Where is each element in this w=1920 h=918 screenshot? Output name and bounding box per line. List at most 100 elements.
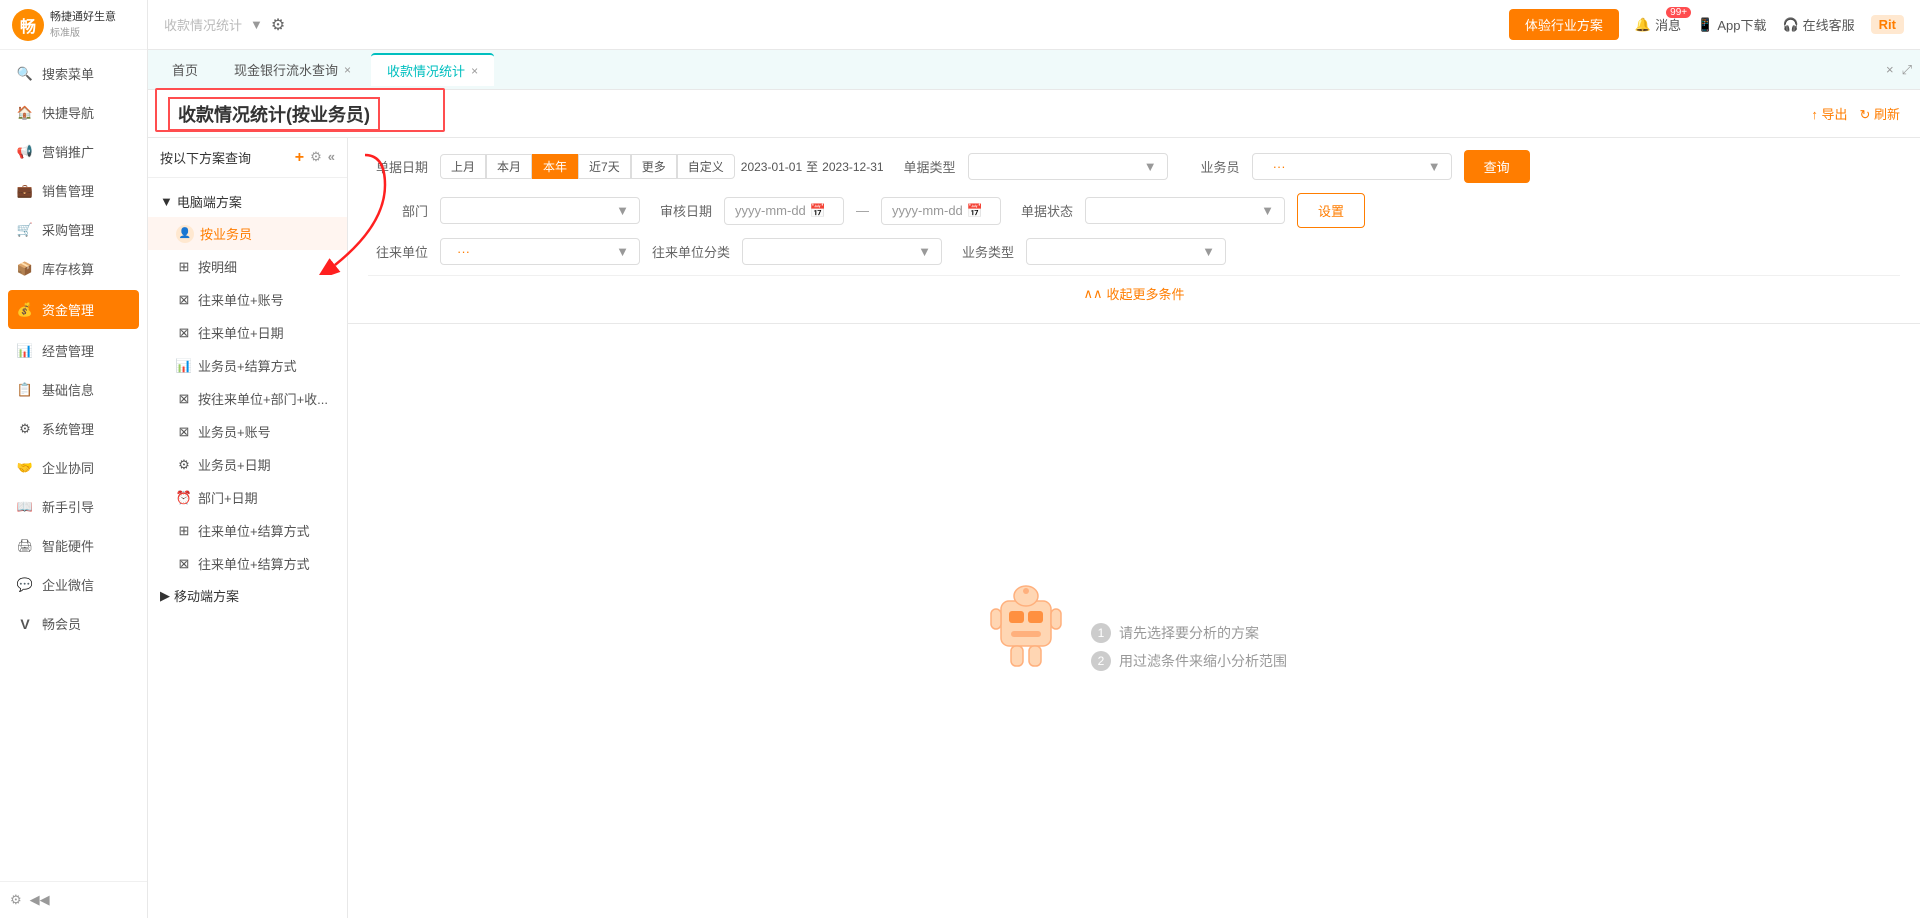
plan-label: 业务员+日期 bbox=[198, 455, 271, 474]
dept-select[interactable]: ▼ bbox=[440, 197, 640, 224]
partner-more[interactable]: ··· bbox=[457, 244, 470, 259]
plan-partner-account[interactable]: ⊠ 往来单位+账号 bbox=[148, 283, 347, 316]
plan-label: 按明细 bbox=[198, 257, 237, 276]
tab-bank-close[interactable]: × bbox=[344, 63, 351, 77]
date-tab-this-year[interactable]: 本年 bbox=[532, 154, 578, 179]
mobile-group-label[interactable]: ▶ 移动端方案 bbox=[148, 580, 347, 611]
settings-icon[interactable]: ⚙ bbox=[271, 15, 285, 35]
tip-text-1: 请先选择要分析的方案 bbox=[1119, 623, 1259, 643]
right-panel: 单据日期 上月 本月 本年 近7天 更多 自定义 2023-01-01 至 bbox=[348, 138, 1920, 918]
salesperson-settlement-icon: 📊 bbox=[176, 358, 192, 374]
sidebar-item-inventory[interactable]: 📦 库存核算 bbox=[0, 249, 147, 288]
dept-date-icon: ⏰ bbox=[176, 490, 192, 506]
plan-label: 业务员+结算方式 bbox=[198, 356, 297, 375]
mobile-group-text: 移动端方案 bbox=[174, 586, 239, 605]
plan-label: 往来单位+账号 bbox=[198, 290, 284, 309]
tab-receipt[interactable]: 收款情况统计 × bbox=[371, 53, 494, 86]
sidebar-item-label: 经营管理 bbox=[42, 341, 94, 360]
doc-type-select[interactable]: ▼ bbox=[968, 153, 1168, 180]
marketing-icon: 📢 bbox=[16, 143, 34, 161]
dept-label: 部门 bbox=[368, 201, 428, 220]
date-label: 单据日期 bbox=[368, 157, 428, 176]
refresh-icon: ↻ bbox=[1859, 107, 1870, 122]
plan-by-salesperson[interactable]: 👤 按业务员 bbox=[148, 217, 347, 250]
audit-end-input[interactable]: yyyy-mm-dd 📅 bbox=[881, 197, 1001, 225]
app-download[interactable]: 📱 App下载 bbox=[1697, 15, 1766, 34]
sidebar-item-system[interactable]: ⚙ 系统管理 bbox=[0, 409, 147, 448]
sidebar-item-purchase[interactable]: 🛒 采购管理 bbox=[0, 210, 147, 249]
date-tab-last-month[interactable]: 上月 bbox=[440, 154, 486, 179]
plan-partner-settlement1[interactable]: ⊞ 往来单位+结算方式 bbox=[148, 514, 347, 547]
sidebar-item-marketing[interactable]: 📢 营销推广 bbox=[0, 132, 147, 171]
audit-end-placeholder: yyyy-mm-dd bbox=[892, 203, 963, 218]
plan-salesperson-date[interactable]: ⚙ 业务员+日期 bbox=[148, 448, 347, 481]
plan-salesperson-account[interactable]: ⊠ 业务员+账号 bbox=[148, 415, 347, 448]
date-tab-more[interactable]: 更多 bbox=[631, 154, 677, 179]
notification-area[interactable]: 🔔 消息 99+ bbox=[1635, 15, 1681, 34]
sidebar-item-capital[interactable]: 💰 资金管理 bbox=[8, 290, 139, 329]
sales-icon: 💼 bbox=[16, 182, 34, 200]
sidebar-item-enterprise[interactable]: 🤝 企业协同 bbox=[0, 448, 147, 487]
sidebar-item-wechat[interactable]: 💬 企业微信 bbox=[0, 565, 147, 604]
plan-salesperson-settlement[interactable]: 📊 业务员+结算方式 bbox=[148, 349, 347, 382]
sidebar-item-basic[interactable]: 📋 基础信息 bbox=[0, 370, 147, 409]
user-avatar[interactable]: Rit bbox=[1871, 15, 1904, 34]
sidebar-item-search[interactable]: 🔍 搜索菜单 bbox=[0, 54, 147, 93]
content-area: 按以下方案查询 + ⚙ « ▼ 电脑端方案 👤 按业务员 bbox=[148, 138, 1920, 918]
plan-dept-date[interactable]: ⏰ 部门+日期 bbox=[148, 481, 347, 514]
sidebar-item-operation[interactable]: 📊 经营管理 bbox=[0, 331, 147, 370]
sidebar-item-shortcut[interactable]: 🏠 快捷导航 bbox=[0, 93, 147, 132]
panel-header-icons: + ⚙ « bbox=[295, 149, 335, 167]
doc-status-label: 单据状态 bbox=[1013, 201, 1073, 220]
partner-category-select[interactable]: ▼ bbox=[742, 238, 942, 265]
desktop-group-label[interactable]: ▼ 电脑端方案 bbox=[148, 186, 347, 217]
plan-label: 按往来单位+部门+收... bbox=[198, 389, 328, 408]
plan-label: 部门+日期 bbox=[198, 488, 258, 507]
settings-button[interactable]: 设置 bbox=[1297, 193, 1365, 228]
collapse-filter-btn[interactable]: ∧∧ 收起更多条件 bbox=[368, 275, 1900, 311]
plan-label: 往来单位+结算方式 bbox=[198, 521, 310, 540]
topbar-breadcrumb: 收款情况统计 ▼ ⚙ bbox=[164, 15, 1497, 35]
partner-settlement2-icon: ⊠ bbox=[176, 556, 192, 572]
collapse-panel-icon[interactable]: « bbox=[328, 149, 335, 167]
tab-receipt-close[interactable]: × bbox=[471, 64, 478, 78]
plan-partner-date[interactable]: ⊠ 往来单位+日期 bbox=[148, 316, 347, 349]
refresh-btn[interactable]: ↻ 刷新 bbox=[1859, 104, 1900, 123]
plan-settings-icon[interactable]: ⚙ bbox=[310, 149, 322, 167]
salesperson-select[interactable]: ··· ▼ bbox=[1252, 153, 1452, 180]
partner-select[interactable]: ··· ▼ bbox=[440, 238, 640, 265]
date-tab-this-month[interactable]: 本月 bbox=[486, 154, 532, 179]
tab-bank[interactable]: 现金银行流水查询 × bbox=[218, 54, 367, 85]
collapse-sidebar-icon[interactable]: ◀◀ bbox=[30, 892, 50, 908]
tab-close-all-icon[interactable]: × bbox=[1886, 62, 1894, 77]
tab-expand-icon[interactable]: ⤢ bbox=[1902, 62, 1912, 78]
sidebar-item-sales[interactable]: 💼 销售管理 bbox=[0, 171, 147, 210]
sidebar-item-newbie[interactable]: 📖 新手引导 bbox=[0, 487, 147, 526]
doc-status-select[interactable]: ▼ bbox=[1085, 197, 1285, 224]
audit-start-input[interactable]: yyyy-mm-dd 📅 bbox=[724, 197, 844, 225]
salesperson-more[interactable]: ··· bbox=[1273, 159, 1286, 174]
add-plan-btn[interactable]: + bbox=[295, 149, 304, 167]
doc-type-arrow: ▼ bbox=[1144, 159, 1157, 174]
partner-label: 往来单位 bbox=[368, 242, 428, 261]
plan-partner-settlement2[interactable]: ⊠ 往来单位+结算方式 bbox=[148, 547, 347, 580]
business-type-label: 业务类型 bbox=[954, 242, 1014, 261]
online-service[interactable]: 🎧 在线客服 bbox=[1782, 15, 1854, 34]
sidebar-item-member[interactable]: V 畅会员 bbox=[0, 604, 147, 643]
tab-home[interactable]: 首页 bbox=[156, 54, 214, 85]
left-panel: 按以下方案查询 + ⚙ « ▼ 电脑端方案 👤 按业务员 bbox=[148, 138, 348, 918]
plan-partner-dept-receipt[interactable]: ⊠ 按往来单位+部门+收... bbox=[148, 382, 347, 415]
business-type-select[interactable]: ▼ bbox=[1026, 238, 1226, 265]
sidebar-item-hardware[interactable]: 🖨 智能硬件 bbox=[0, 526, 147, 565]
date-tab-last7[interactable]: 近7天 bbox=[578, 154, 631, 179]
salesperson-date-icon: ⚙ bbox=[176, 457, 192, 473]
salesperson-arrow: ▼ bbox=[1428, 159, 1441, 174]
date-tab-custom[interactable]: 自定义 bbox=[677, 154, 735, 179]
query-button[interactable]: 查询 bbox=[1464, 150, 1530, 183]
export-btn[interactable]: ↑ 导出 bbox=[1811, 104, 1847, 123]
plan-by-detail[interactable]: ⊞ 按明细 bbox=[148, 250, 347, 283]
settings-footer-icon[interactable]: ⚙ bbox=[10, 892, 22, 908]
filter-area: 单据日期 上月 本月 本年 近7天 更多 自定义 2023-01-01 至 bbox=[348, 138, 1920, 324]
salesperson-filter-label: 业务员 bbox=[1180, 157, 1240, 176]
trial-btn[interactable]: 体验行业方案 bbox=[1509, 9, 1619, 40]
